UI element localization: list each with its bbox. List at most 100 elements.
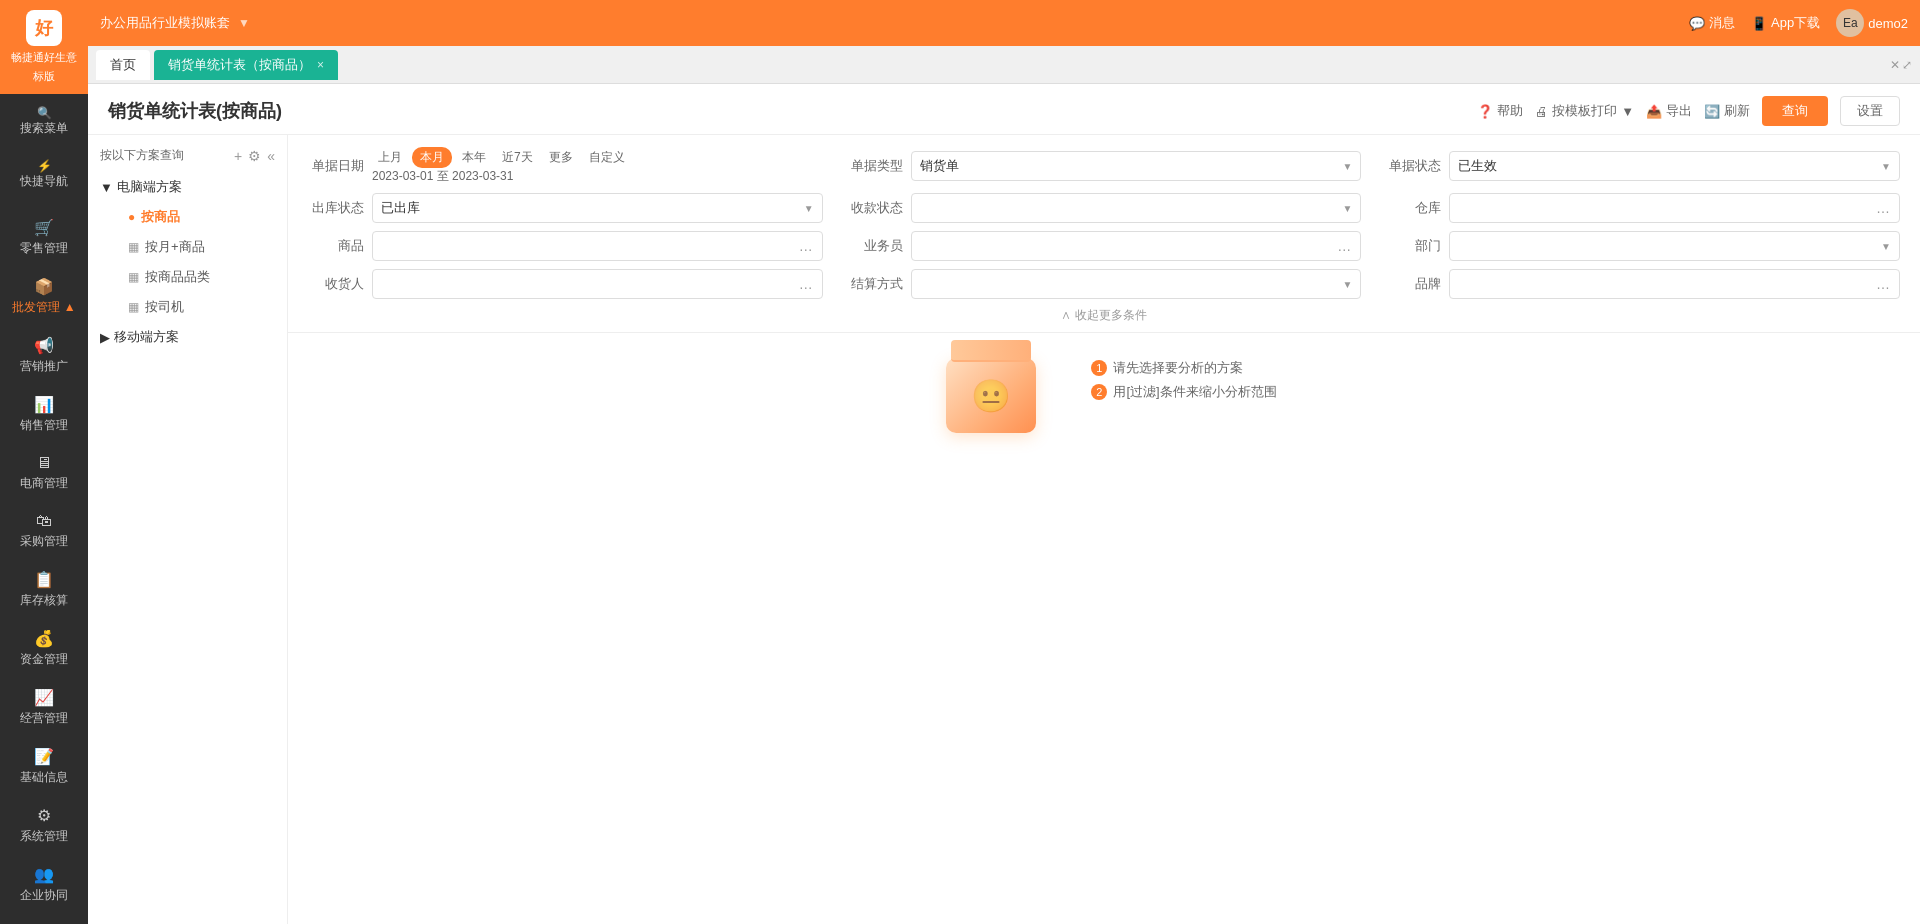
app-logo[interactable]: 好 畅捷通好生意 标版	[0, 0, 88, 94]
filter-goods: 商品 …	[308, 231, 823, 261]
goods-dots: …	[799, 238, 814, 254]
date-tab-7days[interactable]: 近7天	[496, 147, 539, 168]
tab-close-icon[interactable]: ×	[317, 58, 324, 72]
staff-control[interactable]: …	[911, 231, 1362, 261]
status-label: 单据状态	[1385, 157, 1441, 175]
filter-warehouse: 仓库 …	[1385, 193, 1900, 223]
type-control[interactable]: 销货单 ▼	[911, 151, 1362, 181]
empty-state: 😐 1 请先选择要分析的方案 2	[288, 333, 1920, 433]
out-value: 已出库	[381, 199, 800, 217]
filter-dept: 部门 ▼	[1385, 231, 1900, 261]
filter-type: 单据类型 销货单 ▼	[847, 147, 1362, 185]
scheme-item-by-month-goods[interactable]: ▦ 按月+商品	[104, 232, 279, 262]
sidebar-item-purchase[interactable]: 🛍 采购管理	[0, 502, 88, 560]
pc-scheme-header[interactable]: ▼ 电脑端方案	[96, 172, 279, 202]
scheme-item-label-month: 按月+商品	[145, 238, 205, 256]
settle-dropdown-icon: ▼	[1342, 279, 1352, 290]
dept-label: 部门	[1385, 237, 1441, 255]
scheme-item-by-driver[interactable]: ▦ 按司机	[104, 292, 279, 322]
sidebar-item-retail[interactable]: 🛒 零售管理	[0, 208, 88, 267]
add-scheme-button[interactable]: +	[234, 148, 242, 164]
sidebar-item-sales[interactable]: 📊 销售管理	[0, 385, 88, 444]
receiver-control[interactable]: …	[372, 269, 823, 299]
message-icon: 💬	[1689, 16, 1705, 31]
filter-row-3: 商品 … 业务员 … 部门	[288, 223, 1920, 261]
sidebar-item-marketing[interactable]: 📢 营销推广	[0, 326, 88, 385]
sidebar-item-inventory[interactable]: 📋 库存核算	[0, 560, 88, 619]
scheme-icon-cat: ▦	[128, 270, 139, 284]
status-control[interactable]: 已生效 ▼	[1449, 151, 1900, 181]
download-icon: 📱	[1751, 16, 1767, 31]
empty-text: 1 请先选择要分析的方案 2 用[过滤]条件来缩小分析范围	[1091, 359, 1276, 407]
receiver-dots: …	[799, 276, 814, 292]
scheme-item-label-driver: 按司机	[145, 298, 184, 316]
mobile-scheme-label: 移动端方案	[114, 328, 179, 346]
export-button[interactable]: 📤 导出	[1646, 102, 1692, 120]
sidebar: 好 畅捷通好生意 标版 🔍搜索菜单 ⚡快捷导航 🛒 零售管理 📦 批发管理 ▲ …	[0, 0, 88, 924]
avatar: Ea	[1836, 9, 1864, 37]
status-dropdown-icon: ▼	[1881, 161, 1891, 172]
scheme-item-by-goods[interactable]: ● 按商品	[104, 202, 279, 232]
tab-home[interactable]: 首页	[96, 50, 150, 80]
sidebar-item-basic-info[interactable]: 📝 基础信息	[0, 737, 88, 796]
app-download-button[interactable]: 📱 App下载	[1751, 14, 1820, 32]
brand-control[interactable]: …	[1449, 269, 1900, 299]
warehouse-control[interactable]: …	[1449, 193, 1900, 223]
help-label: 帮助	[1497, 102, 1523, 120]
filter-status: 单据状态 已生效 ▼	[1385, 147, 1900, 185]
user-menu[interactable]: Ea demo2	[1836, 9, 1908, 37]
date-tab-last-month[interactable]: 上月	[372, 147, 408, 168]
query-button[interactable]: 查询	[1762, 96, 1828, 126]
sidebar-item-wholesale[interactable]: 📦 批发管理 ▲	[0, 267, 88, 326]
date-tab-this-month[interactable]: 本月	[412, 147, 452, 168]
sidebar-item-ecommerce[interactable]: 🖥 电商管理	[0, 444, 88, 502]
close-all-icon[interactable]: ✕	[1890, 58, 1900, 72]
search-menu-item[interactable]: 🔍搜索菜单	[0, 94, 88, 149]
tabbar: 首页 销货单统计表（按商品） × ✕ ⤢	[88, 46, 1920, 84]
left-panel: 按以下方案查询 + ⚙ « ▼ 电脑端方案 ● 按	[88, 135, 288, 924]
scheme-item-label-cat: 按商品品类	[145, 268, 210, 286]
date-tab-this-year[interactable]: 本年	[456, 147, 492, 168]
collect-control[interactable]: ▼	[911, 193, 1362, 223]
collapse-bar[interactable]: ∧ 收起更多条件	[288, 299, 1920, 333]
date-tab-more[interactable]: 更多	[543, 147, 579, 168]
staff-dots: …	[1337, 238, 1352, 254]
sidebar-item-enterprise[interactable]: 👥 企业协同	[0, 855, 88, 914]
settle-control[interactable]: ▼	[911, 269, 1362, 299]
settle-label: 结算方式	[847, 275, 903, 293]
collapse-panel-button[interactable]: «	[267, 148, 275, 164]
refresh-label: 刷新	[1724, 102, 1750, 120]
sidebar-item-guide[interactable]: 🎓 新手引导	[0, 914, 88, 924]
restore-icon[interactable]: ⤢	[1902, 58, 1912, 72]
logo-icon: 好	[26, 10, 62, 46]
sidebar-item-operations[interactable]: 📈 经营管理	[0, 678, 88, 737]
print-button[interactable]: 🖨 按模板打印 ▼	[1535, 102, 1634, 120]
quick-nav-item[interactable]: ⚡快捷导航	[0, 149, 88, 200]
pc-scheme-items: ● 按商品 ▦ 按月+商品 ▦ 按商品品类 ▦	[96, 202, 279, 322]
dept-control[interactable]: ▼	[1449, 231, 1900, 261]
help-button[interactable]: ❓ 帮助	[1477, 102, 1523, 120]
date-tab-custom[interactable]: 自定义	[583, 147, 631, 168]
tab-active-label: 销货单统计表（按商品）	[168, 56, 311, 74]
message-button[interactable]: 💬 消息	[1689, 14, 1735, 32]
scheme-item-by-category[interactable]: ▦ 按商品品类	[104, 262, 279, 292]
scheme-icon-month: ▦	[128, 240, 139, 254]
logo-subtext: 标版	[33, 69, 55, 84]
goods-control[interactable]: …	[372, 231, 823, 261]
breadcrumb: 办公用品行业模拟账套 ▼	[100, 14, 1689, 32]
warehouse-label: 仓库	[1385, 199, 1441, 217]
username-label: demo2	[1868, 16, 1908, 31]
mobile-scheme-header[interactable]: ▶ 移动端方案	[96, 322, 279, 352]
collect-dropdown-icon: ▼	[1342, 203, 1352, 214]
refresh-button[interactable]: 🔄 刷新	[1704, 102, 1750, 120]
pc-scheme-arrow: ▼	[100, 180, 113, 195]
mobile-scheme-group: ▶ 移动端方案	[88, 322, 287, 352]
empty-illustration: 😐	[931, 333, 1051, 433]
sidebar-item-system[interactable]: ⚙ 系统管理	[0, 796, 88, 855]
sidebar-item-finance[interactable]: 💰 资金管理	[0, 619, 88, 678]
settings-button[interactable]: 设置	[1840, 96, 1900, 126]
out-control[interactable]: 已出库 ▼	[372, 193, 823, 223]
tab-active[interactable]: 销货单统计表（按商品） ×	[154, 50, 338, 80]
settings-scheme-button[interactable]: ⚙	[248, 148, 261, 164]
export-label: 导出	[1666, 102, 1692, 120]
